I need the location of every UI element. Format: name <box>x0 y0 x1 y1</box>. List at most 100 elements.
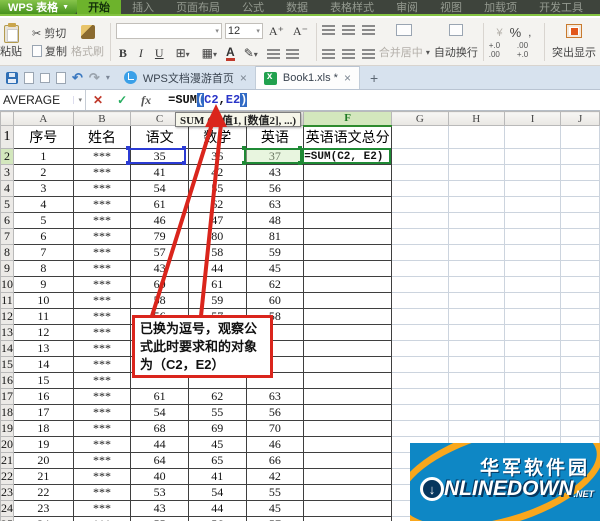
merge-center-button[interactable]: 合并居中 ▾ <box>379 44 430 60</box>
cancel-button[interactable]: ✕ <box>86 90 110 110</box>
row-header[interactable]: 6 <box>0 212 14 229</box>
table-cell[interactable]: 41 <box>187 468 247 485</box>
empty-cell[interactable] <box>448 292 505 309</box>
empty-cell[interactable] <box>504 228 562 245</box>
selection-handle[interactable] <box>242 146 246 150</box>
save-icon[interactable] <box>6 71 18 84</box>
table-cell[interactable]: 2 <box>13 164 74 181</box>
table-cell[interactable]: *** <box>72 500 132 517</box>
empty-cell[interactable] <box>448 212 505 229</box>
empty-cell[interactable] <box>391 388 449 405</box>
row-header[interactable]: 14 <box>0 340 14 357</box>
table-cell[interactable]: 58 <box>130 292 189 309</box>
empty-cell[interactable] <box>391 125 449 149</box>
table-cell[interactable]: *** <box>72 196 132 213</box>
row-header[interactable]: 17 <box>0 388 14 405</box>
table-cell[interactable]: *** <box>72 340 132 357</box>
table-cell[interactable]: 8 <box>13 260 74 277</box>
table-cell[interactable]: 14 <box>13 356 74 373</box>
table-cell[interactable]: 22 <box>13 484 74 501</box>
empty-cell[interactable] <box>560 228 600 245</box>
empty-cell[interactable] <box>448 404 505 421</box>
paste-button[interactable]: 粘贴 <box>0 23 28 59</box>
table-cell[interactable]: 64 <box>130 452 189 469</box>
selection-handle[interactable] <box>242 161 246 165</box>
menu-tab[interactable]: 视图 <box>429 0 473 14</box>
row-header[interactable]: 15 <box>0 356 14 373</box>
empty-cell[interactable] <box>391 340 449 357</box>
table-cell[interactable]: 58 <box>187 244 247 261</box>
table-cell[interactable]: 45 <box>187 436 247 453</box>
currency-button[interactable]: ¥ <box>497 27 503 39</box>
empty-cell[interactable] <box>504 164 562 181</box>
formula-cell[interactable]: =SUM(C2, E2) <box>303 148 393 165</box>
formula-cell[interactable] <box>303 484 393 501</box>
table-cell[interactable]: 55 <box>187 404 247 421</box>
table-cell[interactable]: 48 <box>245 212 305 229</box>
menu-tab[interactable]: 开发工具 <box>528 0 594 14</box>
print-preview-icon[interactable] <box>56 71 66 84</box>
table-cell[interactable]: 17 <box>13 404 74 421</box>
table-cell[interactable]: 65 <box>187 452 247 469</box>
row-header[interactable]: 13 <box>0 324 14 341</box>
formula-cell[interactable] <box>303 164 393 181</box>
align-bottom-icon[interactable] <box>361 25 375 35</box>
table-cell[interactable]: *** <box>72 436 132 453</box>
table-cell[interactable]: 56 <box>187 516 247 521</box>
tab-book1[interactable]: Book1.xls * × <box>255 66 360 89</box>
empty-cell[interactable] <box>448 125 505 149</box>
table-cell[interactable]: *** <box>72 212 132 229</box>
menu-tab[interactable]: 页面布局 <box>165 0 231 14</box>
table-cell[interactable]: *** <box>72 356 132 373</box>
increase-indent-icon[interactable] <box>285 48 299 59</box>
table-cell[interactable]: 62 <box>187 388 247 405</box>
row-header[interactable]: 1 <box>0 125 14 149</box>
row-header[interactable]: 11 <box>0 292 14 309</box>
empty-cell[interactable] <box>560 356 600 373</box>
menu-tab[interactable]: 公式 <box>231 0 275 14</box>
empty-cell[interactable] <box>560 212 600 229</box>
table-cell[interactable]: *** <box>72 420 132 437</box>
table-cell[interactable]: 9 <box>13 276 74 293</box>
empty-cell[interactable] <box>560 420 600 437</box>
row-header[interactable]: 19 <box>0 420 14 437</box>
header-cell[interactable]: 语文 <box>130 125 189 149</box>
header-cell[interactable]: 数学 <box>187 125 247 149</box>
table-cell[interactable]: *** <box>72 164 132 181</box>
empty-cell[interactable] <box>391 196 449 213</box>
tab-wps-home[interactable]: WPS文档漫游首页 × <box>116 66 256 89</box>
empty-cell[interactable] <box>448 260 505 277</box>
empty-cell[interactable] <box>448 324 505 341</box>
table-cell[interactable]: 10 <box>13 292 74 309</box>
empty-cell[interactable] <box>560 324 600 341</box>
row-header[interactable]: 9 <box>0 260 14 277</box>
header-cell[interactable]: 序号 <box>13 125 74 149</box>
table-cell[interactable]: 47 <box>187 212 247 229</box>
align-right-icon[interactable] <box>361 49 375 59</box>
empty-cell[interactable] <box>560 196 600 213</box>
comma-style-button[interactable]: , <box>528 27 531 39</box>
table-cell[interactable]: 13 <box>13 340 74 357</box>
empty-cell[interactable] <box>504 308 562 325</box>
table-cell[interactable]: 6 <box>13 228 74 245</box>
empty-cell[interactable] <box>448 244 505 261</box>
empty-cell[interactable] <box>504 356 562 373</box>
underline-button[interactable]: U <box>152 46 167 61</box>
table-cell[interactable]: 55 <box>187 180 247 197</box>
italic-button[interactable]: I <box>136 46 146 61</box>
table-cell[interactable]: 54 <box>130 404 189 421</box>
column-header-A[interactable]: A <box>13 111 74 126</box>
empty-cell[interactable] <box>391 244 449 261</box>
formula-cell[interactable] <box>303 196 393 213</box>
table-cell[interactable]: 59 <box>187 292 247 309</box>
empty-cell[interactable] <box>448 388 505 405</box>
table-cell[interactable]: *** <box>72 180 132 197</box>
table-cell[interactable]: 55 <box>130 516 189 521</box>
empty-cell[interactable] <box>560 308 600 325</box>
formula-cell[interactable] <box>303 452 393 469</box>
select-all-corner[interactable] <box>0 111 14 126</box>
table-cell[interactable]: *** <box>72 148 132 165</box>
column-header-F[interactable]: F <box>303 111 393 127</box>
empty-cell[interactable] <box>560 372 600 389</box>
table-cell[interactable]: 54 <box>130 180 189 197</box>
